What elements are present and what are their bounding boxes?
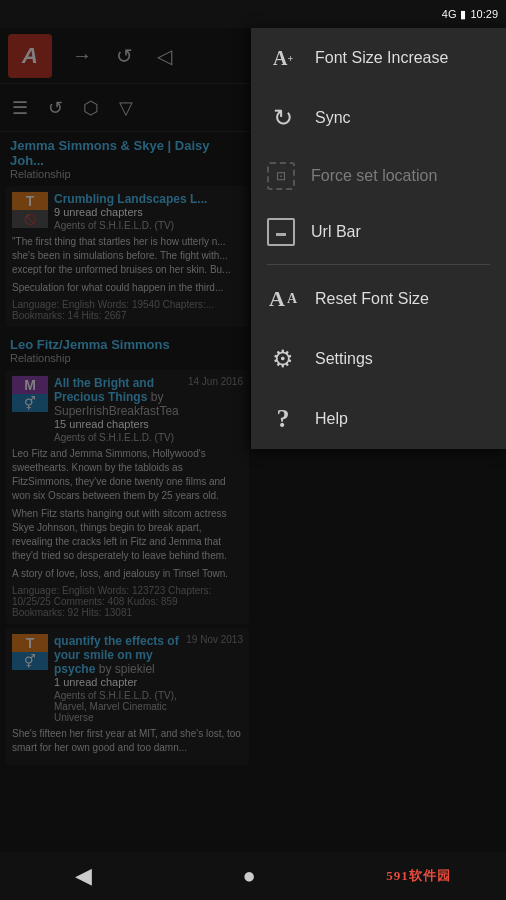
menu-label-help: Help bbox=[315, 410, 348, 428]
bottom-nav: ◀ ● 591软件园 bbox=[0, 852, 506, 900]
font-size-increase-icon: A+ bbox=[267, 42, 299, 74]
status-icons: 4G ▮ 10:29 bbox=[442, 8, 498, 21]
menu-label-sync: Sync bbox=[315, 109, 351, 127]
menu-item-settings[interactable]: ⚙ Settings bbox=[251, 329, 506, 389]
menu-item-help[interactable]: ? Help bbox=[251, 389, 506, 449]
back-button[interactable]: ◀ bbox=[55, 855, 112, 897]
menu-item-url-bar[interactable]: ▬ Url Bar bbox=[251, 204, 506, 260]
menu-item-reset-font-size[interactable]: AA Reset Font Size bbox=[251, 269, 506, 329]
reset-font-size-icon: AA bbox=[267, 283, 299, 315]
help-icon: ? bbox=[267, 403, 299, 435]
status-bar: 4G ▮ 10:29 bbox=[0, 0, 506, 28]
menu-label-reset-font-size: Reset Font Size bbox=[315, 290, 429, 308]
menu-item-force-set-location[interactable]: ⊡ Force set location bbox=[251, 148, 506, 204]
dropdown-menu: A+ Font Size Increase ↻ Sync ⊡ Force set… bbox=[251, 28, 506, 449]
brand-label: 591软件园 bbox=[386, 867, 451, 885]
sync-icon: ↻ bbox=[267, 102, 299, 134]
menu-item-font-size-increase[interactable]: A+ Font Size Increase bbox=[251, 28, 506, 88]
home-button[interactable]: ● bbox=[223, 855, 276, 897]
menu-item-sync[interactable]: ↻ Sync bbox=[251, 88, 506, 148]
settings-icon: ⚙ bbox=[267, 343, 299, 375]
menu-label-font-size-increase: Font Size Increase bbox=[315, 49, 448, 67]
battery-icon: ▮ bbox=[460, 8, 466, 21]
menu-label-force-set-location: Force set location bbox=[311, 167, 437, 185]
menu-label-url-bar: Url Bar bbox=[311, 223, 361, 241]
time-display: 10:29 bbox=[470, 8, 498, 20]
url-bar-icon: ▬ bbox=[267, 218, 295, 246]
menu-divider bbox=[267, 264, 490, 265]
force-set-location-icon: ⊡ bbox=[267, 162, 295, 190]
network-indicator: 4G bbox=[442, 8, 457, 20]
menu-label-settings: Settings bbox=[315, 350, 373, 368]
